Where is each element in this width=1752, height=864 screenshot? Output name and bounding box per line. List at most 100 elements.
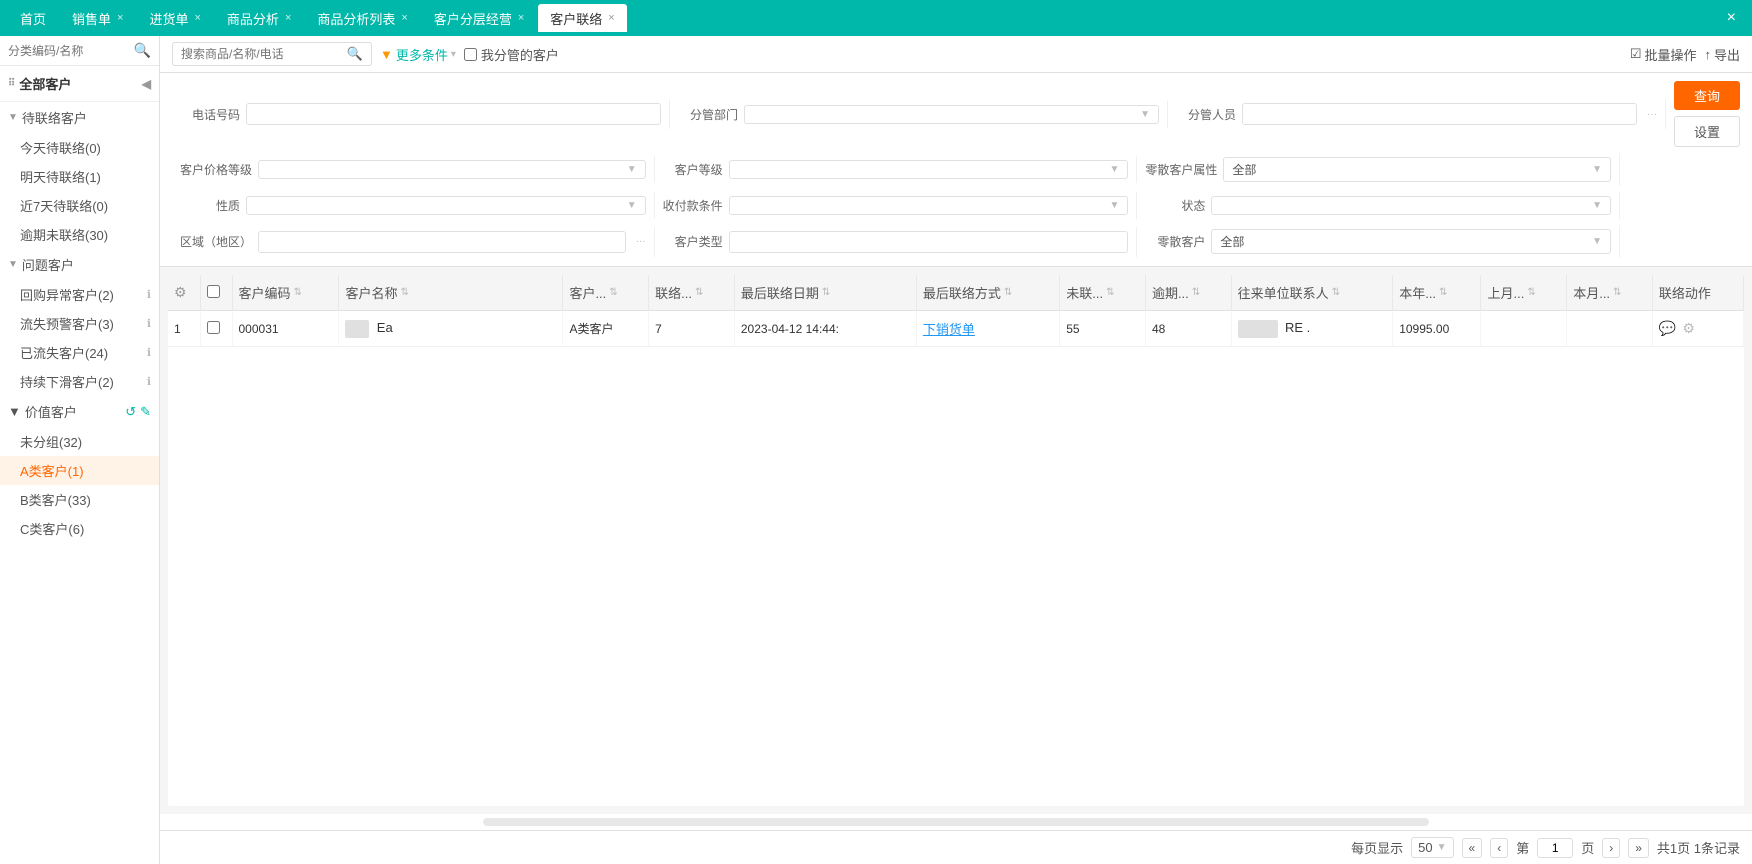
payment-select[interactable]: ▼ — [729, 196, 1129, 215]
sidebar-item-overdue-contact[interactable]: 逾期未联络(30) — [0, 220, 159, 249]
select-all-checkbox[interactable] — [207, 285, 220, 298]
filter-row-3: 性质 ▼ 收付款条件 ▼ 状态 — [172, 192, 1740, 219]
link-action-icon[interactable]: ⚙ — [1682, 320, 1695, 337]
phone-input-wrap[interactable] — [246, 103, 661, 125]
sort-level-icon[interactable]: ⇅ — [609, 287, 617, 298]
sidebar-item-declining[interactable]: 持续下滑客户(2) ℹ — [0, 367, 159, 396]
sidebar-item-b-class[interactable]: B类客户(33) — [0, 485, 159, 514]
retail-attr-select[interactable]: 全部 ▼ — [1223, 157, 1611, 182]
filter-search-input[interactable] — [181, 47, 343, 61]
sort-contact-person-icon[interactable]: ⇅ — [1332, 287, 1340, 298]
customer-type-input-wrap[interactable] — [729, 231, 1129, 253]
close-tab-purchase[interactable]: × — [194, 12, 200, 24]
manager-more-icon[interactable]: ··· — [1647, 109, 1657, 120]
export-btn[interactable]: ↑ 导出 — [1704, 45, 1740, 64]
sidebar-item-7days[interactable]: 近7天待联络(0) — [0, 191, 159, 220]
price-level-select[interactable]: ▼ — [258, 160, 646, 179]
sidebar-item-today[interactable]: 今天待联络(0) — [0, 133, 159, 162]
sidebar-item-churned[interactable]: 已流失客户(24) ℹ — [0, 338, 159, 367]
cell-name: Ea — [339, 311, 563, 347]
arrow-down-icon: ▼ — [8, 112, 18, 123]
retail-attr-label: 零散客户属性 — [1145, 161, 1217, 178]
nav-tab-analysis[interactable]: 商品分析 × — [215, 4, 303, 32]
sidebar-collapse-btn[interactable]: ◀ — [142, 77, 151, 91]
manager-input[interactable] — [1251, 107, 1628, 121]
horizontal-scrollbar[interactable] — [483, 818, 1429, 826]
settings-col-icon[interactable]: ⚙ — [174, 284, 187, 300]
sort-last-month-icon[interactable]: ⇅ — [1527, 287, 1535, 298]
retail-customer-select[interactable]: 全部 ▼ — [1211, 229, 1611, 254]
sidebar-search-icon[interactable]: 🔍 — [134, 42, 151, 59]
phone-input[interactable] — [255, 107, 652, 121]
main-layout: 🔍 ⠿ 全部客户 ◀ ▼ 待联络客户 今天待联络(0) 明天待联络(1) 近7天… — [0, 36, 1752, 864]
prev-page-btn[interactable]: ‹ — [1490, 838, 1508, 858]
filter-search-icon[interactable]: 🔍 — [347, 46, 363, 62]
next-page-btn[interactable]: › — [1602, 838, 1620, 858]
nav-tab-analysis-list[interactable]: 商品分析列表 × — [305, 4, 419, 32]
region-more-icon[interactable]: ··· — [636, 236, 646, 247]
my-customers-checkbox[interactable] — [464, 48, 477, 61]
nav-home[interactable]: 首页 — [8, 5, 58, 32]
close-tab-analysis[interactable]: × — [285, 12, 291, 24]
sort-overdue-icon[interactable]: ⇅ — [1192, 287, 1200, 298]
info-icon2: ℹ — [147, 317, 151, 330]
batch-op-btn[interactable]: ☑ 批量操作 — [1630, 45, 1697, 64]
row-checkbox[interactable] — [207, 321, 220, 334]
sidebar-item-repurchase-abnormal[interactable]: 回购异常客户(2) ℹ — [0, 280, 159, 309]
close-tab-analysis-list[interactable]: × — [401, 12, 407, 24]
sort-contact-icon[interactable]: ⇅ — [695, 287, 703, 298]
sidebar-item-churn-warning[interactable]: 流失预警客户(3) ℹ — [0, 309, 159, 338]
nav-tab-sales[interactable]: 销售单 × — [60, 4, 135, 32]
customer-level-select[interactable]: ▼ — [729, 160, 1129, 179]
nav-tab-customer-contact[interactable]: 客户联络 × — [538, 4, 626, 32]
nature-select[interactable]: ▼ — [246, 196, 646, 215]
sidebar-item-a-class[interactable]: A类客户(1) — [0, 456, 159, 485]
col-name: 客户名称 ⇅ — [339, 275, 563, 311]
page-number-input[interactable] — [1537, 838, 1573, 858]
sort-year-icon[interactable]: ⇅ — [1439, 287, 1447, 298]
page-size-select[interactable]: 50 ▼ — [1411, 837, 1453, 858]
refresh-icon[interactable]: ↺ — [125, 404, 136, 420]
sidebar-item-ungroup[interactable]: 未分组(32) — [0, 427, 159, 456]
manager-label: 分管人员 — [1176, 106, 1236, 123]
sidebar-group-problem[interactable]: ▼ 问题客户 — [0, 249, 159, 280]
close-tab-sales[interactable]: × — [117, 12, 123, 24]
sidebar-item-c-class[interactable]: C类客户(6) — [0, 514, 159, 543]
sidebar-item-tomorrow[interactable]: 明天待联络(1) — [0, 162, 159, 191]
batch-op-icon: ☑ — [1630, 46, 1642, 62]
first-page-btn[interactable]: « — [1462, 838, 1483, 858]
my-customers-check[interactable]: 我分管的客户 — [464, 45, 559, 64]
edit-icon[interactable]: ✎ — [140, 404, 151, 420]
col-gear: ⚙ — [168, 275, 200, 311]
sort-this-month-icon[interactable]: ⇅ — [1613, 287, 1621, 298]
close-tab-customer-mgmt[interactable]: × — [518, 12, 524, 24]
close-tab-customer-contact[interactable]: × — [608, 12, 614, 24]
nav-tab-customer-mgmt[interactable]: 客户分层经营 × — [422, 4, 536, 32]
settings-btn[interactable]: 设置 — [1674, 116, 1740, 147]
close-all-tabs[interactable]: × — [1719, 5, 1744, 31]
nav-tab-purchase[interactable]: 进货单 × — [137, 4, 212, 32]
sidebar-all-customers[interactable]: ⠿ 全部客户 ◀ — [0, 66, 159, 102]
manager-input-wrap[interactable] — [1242, 103, 1637, 125]
sort-last-date-icon[interactable]: ⇅ — [822, 287, 830, 298]
col-last-date: 最后联络日期 ⇅ — [734, 275, 916, 311]
region-input-wrap[interactable] — [258, 231, 626, 253]
customer-avatar — [345, 320, 369, 338]
customer-type-input[interactable] — [738, 235, 1120, 249]
sort-name-icon[interactable]: ⇅ — [400, 287, 408, 298]
status-select[interactable]: ▼ — [1211, 196, 1611, 215]
sort-last-method-icon[interactable]: ⇅ — [1004, 287, 1012, 298]
sort-code-icon[interactable]: ⇅ — [294, 287, 302, 298]
sidebar-group-pending[interactable]: ▼ 待联络客户 — [0, 102, 159, 133]
last-method-link[interactable]: 下销货单 — [923, 322, 975, 337]
scrollbar-area — [160, 814, 1752, 830]
message-action-icon[interactable]: 💬 — [1659, 320, 1676, 337]
query-btn[interactable]: 查询 — [1674, 81, 1740, 110]
sort-not-contact-icon[interactable]: ⇅ — [1106, 287, 1114, 298]
sidebar-search-input[interactable] — [8, 44, 130, 58]
filter-field-manager: 分管人员 ··· — [1168, 99, 1666, 129]
region-input[interactable] — [267, 235, 617, 249]
more-filters-btn[interactable]: ▼ 更多条件 ▾ — [380, 45, 456, 64]
last-page-btn[interactable]: » — [1628, 838, 1649, 858]
dept-select[interactable]: ▼ — [744, 105, 1159, 124]
